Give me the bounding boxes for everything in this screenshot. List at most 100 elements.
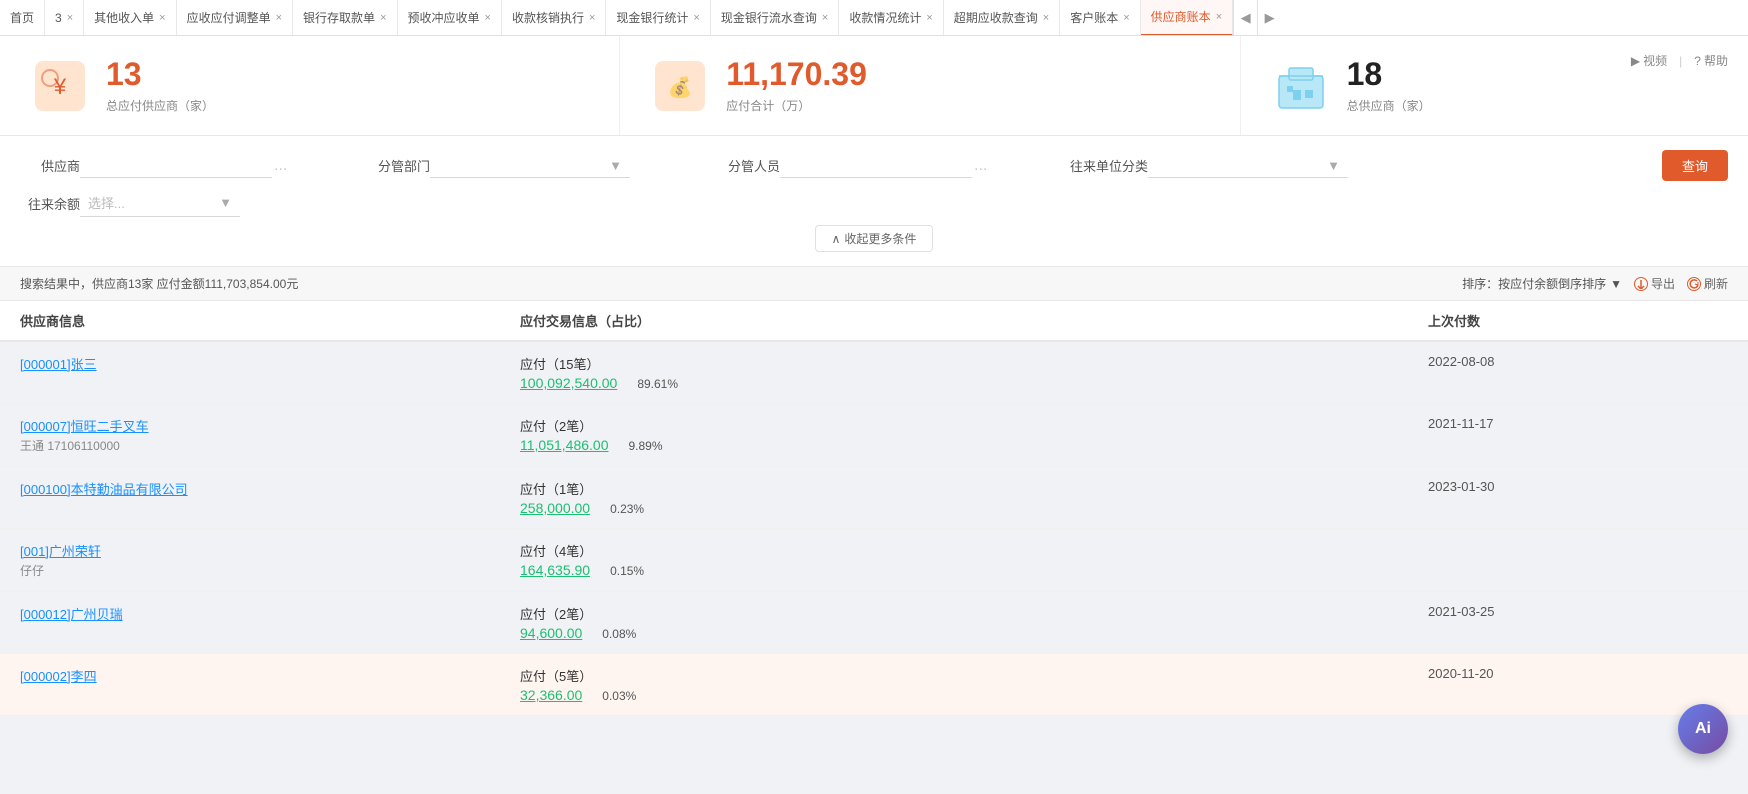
stat-suppliers-payable-number: 13: [106, 57, 214, 92]
total-suppliers-icon: [1271, 56, 1331, 116]
svg-text:💰: 💰: [668, 75, 693, 99]
person-label: 分管人员: [720, 156, 780, 175]
balance-label: 往来余额: [20, 194, 80, 213]
filter-area: 供应商 ... 分管部门 ▼ 分管人员 ... 往来单位分类 ▼ 查询: [0, 136, 1748, 267]
person-input[interactable]: [780, 154, 972, 178]
data-table: 供应商信息 应付交易信息（占比） 上次付数 [000001]张三 应付（15笔）…: [0, 301, 1748, 716]
nav-tab-cash-flow-close[interactable]: ×: [822, 12, 828, 24]
ai-assistant-button[interactable]: Ai: [1678, 704, 1728, 754]
payable-suppliers-icon: ¥: [30, 56, 90, 116]
supplier-link-0[interactable]: [000001]张三: [20, 354, 520, 373]
sort-select[interactable]: 排序：按应付余额倒序排序 ▼: [1462, 275, 1622, 292]
nav-tab-prepay-close[interactable]: ×: [485, 12, 491, 24]
tx-amount-4[interactable]: 94,600.00: [520, 625, 582, 641]
table-row: [000001]张三 应付（15笔） 100,092,540.00 89.61%…: [0, 342, 1748, 404]
refresh-icon: [1687, 277, 1701, 291]
tx-pct-2: 0.23%: [610, 502, 644, 516]
nav-tab-bank[interactable]: 银行存取款单 ×: [293, 0, 397, 36]
transaction-cell-4: 应付（2笔） 94,600.00 0.08%: [520, 604, 1428, 641]
filter-person-group: 分管人员 ...: [720, 154, 1060, 178]
help-icon: ?: [1694, 54, 1701, 68]
refresh-label: 刷新: [1704, 275, 1728, 292]
nav-arrow-right[interactable]: ▶: [1257, 0, 1281, 36]
nav-tab-3-label: 3: [55, 11, 62, 25]
tx-row-0: 100,092,540.00 89.61%: [520, 373, 1428, 391]
category-select[interactable]: ▼: [1148, 154, 1348, 178]
chevron-up-icon: ∧: [832, 232, 841, 246]
supplier-cell-4: [000012]广州贝瑞: [20, 604, 520, 623]
stat-amount-payable-label: 应付合计（万）: [726, 97, 867, 114]
tx-amount-5[interactable]: 32,366.00: [520, 687, 582, 703]
tx-amount-3[interactable]: 164,635.90: [520, 562, 590, 578]
tx-amount-2[interactable]: 258,000.00: [520, 500, 590, 516]
nav-tab-supplier-ledger-close[interactable]: ×: [1216, 11, 1222, 23]
transaction-cell-2: 应付（1笔） 258,000.00 0.23%: [520, 479, 1428, 516]
table-header: 供应商信息 应付交易信息（占比） 上次付数: [0, 301, 1748, 342]
supplier-dots-btn[interactable]: ...: [274, 157, 287, 175]
nav-tab-3[interactable]: 3 ×: [45, 0, 84, 36]
dept-select[interactable]: ▼: [430, 154, 630, 178]
supplier-link-2[interactable]: [000100]本特勤油品有限公司: [20, 479, 520, 498]
refresh-button[interactable]: 刷新: [1687, 275, 1728, 292]
nav-tab-bank-close[interactable]: ×: [380, 12, 386, 24]
stat-amount-payable-number: 11,170.39: [726, 57, 867, 92]
tx-amount-1[interactable]: 11,051,486.00: [520, 437, 609, 453]
top-navigation: 首页 3 × 其他收入单 × 应收应付调整单 × 银行存取款单 × 预收冲应收单…: [0, 0, 1748, 36]
sort-label: 排序：按应付余额倒序排序: [1462, 275, 1606, 292]
balance-placeholder: 选择...: [88, 193, 125, 212]
nav-tab-other-income-close[interactable]: ×: [159, 12, 165, 24]
balance-dropdown-icon: ▼: [219, 195, 232, 210]
balance-select[interactable]: 选择... ▼: [80, 189, 240, 217]
nav-tab-adjustment-close[interactable]: ×: [276, 12, 282, 24]
nav-tab-other-income[interactable]: 其他收入单 ×: [84, 0, 176, 36]
nav-tab-cash-flow[interactable]: 现金银行流水查询 ×: [711, 0, 839, 36]
transaction-cell-3: 应付（4笔） 164,635.90 0.15%: [520, 541, 1428, 578]
supplier-link-5[interactable]: [000002]李四: [20, 666, 520, 685]
transaction-cell-0: 应付（15笔） 100,092,540.00 89.61%: [520, 354, 1428, 391]
nav-tab-cash-stats[interactable]: 现金银行统计 ×: [606, 0, 710, 36]
col-header-supplier: 供应商信息: [20, 311, 520, 330]
filter-balance-group: 往来余额 选择... ▼: [20, 189, 360, 217]
nav-tab-3-close[interactable]: ×: [67, 12, 73, 24]
export-button[interactable]: 导出: [1634, 275, 1675, 292]
person-dots-btn[interactable]: ...: [974, 157, 987, 175]
tx-label-4: 应付（2笔）: [520, 604, 1428, 623]
nav-tab-customer-ledger-label: 客户账本: [1070, 9, 1118, 26]
nav-tab-customer-ledger-close[interactable]: ×: [1123, 12, 1129, 24]
last-pay-date-4: 2021-03-25: [1428, 604, 1495, 619]
supplier-link-4[interactable]: [000012]广州贝瑞: [20, 604, 520, 623]
tx-amount-0[interactable]: 100,092,540.00: [520, 375, 617, 391]
stat-suppliers-payable: ¥ 13 总应付供应商（家）: [0, 36, 620, 135]
filter-dept-group: 分管部门 ▼: [370, 154, 710, 178]
tx-pct-1: 9.89%: [629, 439, 663, 453]
supplier-link-3[interactable]: [001]广州荣轩: [20, 541, 520, 560]
nav-tab-collection[interactable]: 收款核销执行 ×: [502, 0, 606, 36]
collapse-button[interactable]: ∧ 收起更多条件: [815, 225, 934, 252]
help-link[interactable]: ? 帮助: [1694, 52, 1728, 69]
nav-tab-supplier-ledger[interactable]: 供应商账本 ×: [1141, 0, 1233, 36]
nav-arrow-left[interactable]: ◀: [1233, 0, 1257, 36]
nav-tab-prepay[interactable]: 预收冲应收单 ×: [398, 0, 502, 36]
nav-tab-receipt-stats-close[interactable]: ×: [926, 12, 932, 24]
nav-tab-customer-ledger[interactable]: 客户账本 ×: [1060, 0, 1140, 36]
nav-tab-overdue-close[interactable]: ×: [1043, 12, 1049, 24]
dept-dropdown-icon: ▼: [609, 158, 622, 173]
supplier-label: 供应商: [20, 156, 80, 175]
result-actions: 排序：按应付余额倒序排序 ▼ 导出 刷新: [1462, 275, 1728, 292]
nav-tab-overdue-label: 超期应收款查询: [954, 9, 1038, 26]
filter-row-2: 往来余额 选择... ▼: [20, 189, 1728, 217]
nav-tab-overdue[interactable]: 超期应收款查询 ×: [944, 0, 1060, 36]
supplier-link-1[interactable]: [000007]恒旺二手叉车: [20, 416, 520, 435]
amount-payable-icon: 💰: [650, 56, 710, 116]
nav-tab-adjustment[interactable]: 应收应付调整单 ×: [177, 0, 293, 36]
search-button[interactable]: 查询: [1662, 150, 1728, 181]
nav-tab-home[interactable]: 首页: [0, 0, 45, 36]
nav-tab-cash-stats-close[interactable]: ×: [693, 12, 699, 24]
supplier-input[interactable]: [80, 154, 272, 178]
supplier-cell-5: [000002]李四: [20, 666, 520, 685]
video-link[interactable]: ▶ 视频: [1631, 52, 1667, 69]
nav-tab-receipt-stats[interactable]: 收款情况统计 ×: [839, 0, 943, 36]
nav-tab-collection-close[interactable]: ×: [589, 12, 595, 24]
table-row: [000002]李四 应付（5笔） 32,366.00 0.03% 2020-1…: [0, 654, 1748, 716]
table-row: [000012]广州贝瑞 应付（2笔） 94,600.00 0.08% 2021…: [0, 592, 1748, 654]
